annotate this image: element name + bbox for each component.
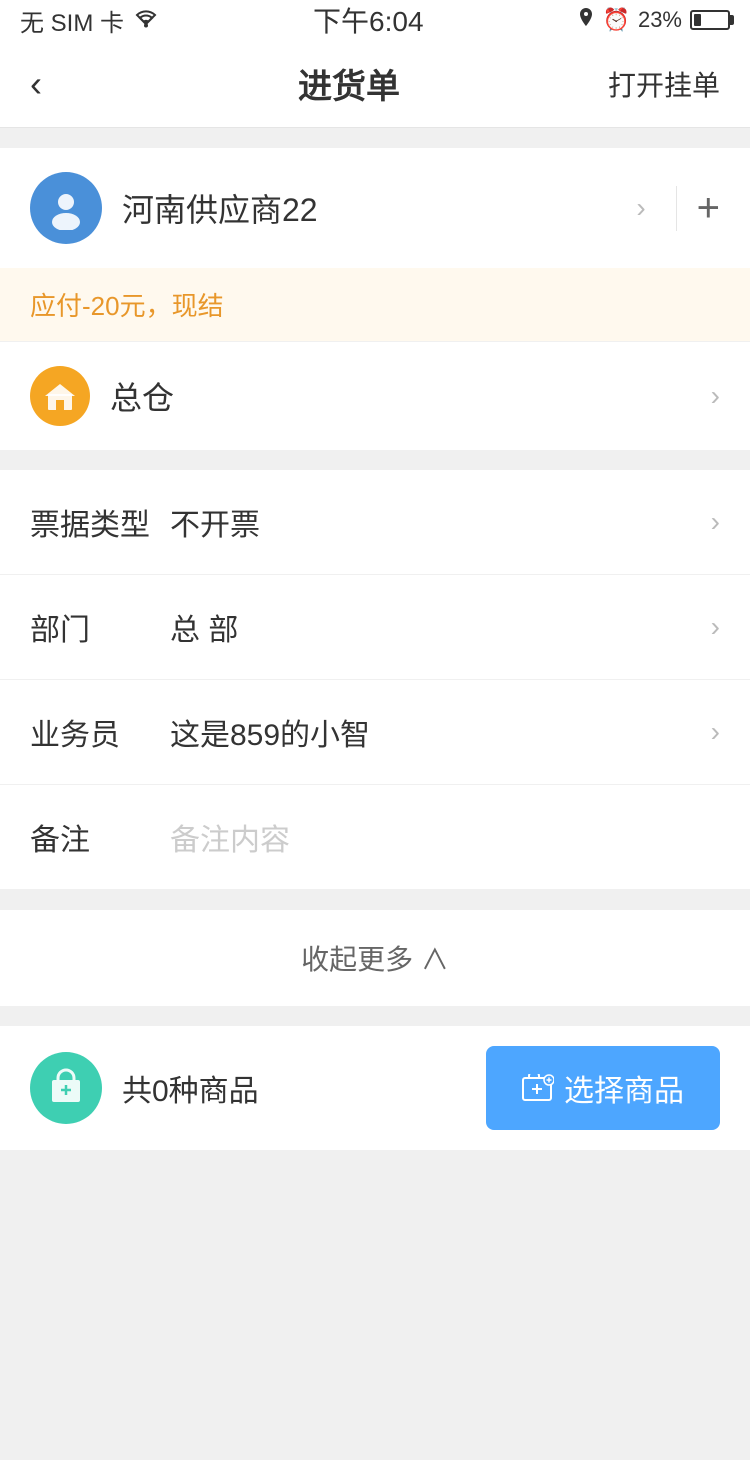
department-value: 总 部 (170, 605, 711, 649)
location-icon (577, 6, 595, 34)
warehouse-row[interactable]: 总仓 › (0, 341, 750, 450)
gray-fill-area (0, 1150, 750, 1460)
warehouse-icon (30, 366, 90, 426)
bottom-action-bar: 共0种商品 选择商品 (0, 1026, 750, 1150)
department-row[interactable]: 部门 总 部 › (0, 575, 750, 680)
battery-percent: 23% (638, 7, 682, 33)
invoice-type-value: 不开票 (170, 500, 711, 544)
supplier-name: 河南供应商22 (122, 185, 636, 231)
salesperson-label: 业务员 (30, 710, 170, 754)
warehouse-name: 总仓 (110, 373, 711, 419)
add-supplier-button[interactable]: + (676, 186, 720, 231)
supplier-avatar (30, 172, 102, 244)
invoice-type-chevron-icon: › (711, 506, 720, 538)
product-icon (30, 1052, 102, 1124)
salesperson-row[interactable]: 业务员 这是859的小智 › (0, 680, 750, 785)
supplier-chevron-icon: › (636, 192, 645, 224)
status-bar-time: 下午6:04 (313, 0, 424, 40)
department-label: 部门 (30, 605, 170, 649)
status-bar-left: 无 SIM 卡 (20, 3, 160, 38)
wifi-icon (132, 6, 160, 35)
notice-text: 应付-20元，现结 (30, 291, 224, 321)
collapse-row[interactable]: 收起更多 ∧ (0, 909, 750, 1006)
back-button[interactable]: ‹ (30, 63, 90, 105)
select-product-button[interactable]: 选择商品 (486, 1046, 720, 1130)
warehouse-chevron-icon: › (711, 380, 720, 412)
open-pending-button[interactable]: 打开挂单 (608, 64, 720, 104)
alarm-icon: ⏰ (603, 7, 630, 33)
status-bar-right: ⏰ 23% (577, 6, 730, 34)
invoice-type-row[interactable]: 票据类型 不开票 › (0, 470, 750, 575)
carrier-label: 无 SIM 卡 (20, 3, 124, 38)
remark-label: 备注 (30, 815, 170, 859)
invoice-type-label: 票据类型 (30, 500, 170, 544)
select-product-label: 选择商品 (564, 1066, 684, 1110)
nav-bar: ‹ 进货单 打开挂单 (0, 40, 750, 128)
form-section: 票据类型 不开票 › 部门 总 部 › 业务员 这是859的小智 › 备注 备注… (0, 470, 750, 889)
remark-row[interactable]: 备注 备注内容 (0, 785, 750, 889)
page-title: 进货单 (298, 59, 400, 108)
remark-input[interactable]: 备注内容 (170, 815, 720, 859)
status-bar: 无 SIM 卡 下午6:04 ⏰ 23% (0, 0, 750, 40)
product-count-label: 共0种商品 (122, 1066, 486, 1110)
salesperson-chevron-icon: › (711, 716, 720, 748)
department-chevron-icon: › (711, 611, 720, 643)
notice-bar: 应付-20元，现结 (0, 268, 750, 341)
gap-1 (0, 128, 750, 148)
collapse-label: 收起更多 ∧ (301, 944, 449, 975)
salesperson-value: 这是859的小智 (170, 710, 711, 754)
supplier-row[interactable]: 河南供应商22 › + (0, 148, 750, 268)
content-area: 河南供应商22 › + 应付-20元，现结 总仓 › 票据类型 不开票 (0, 128, 750, 1460)
battery-icon (690, 10, 730, 30)
supplier-section: 河南供应商22 › + 应付-20元，现结 总仓 › (0, 148, 750, 450)
